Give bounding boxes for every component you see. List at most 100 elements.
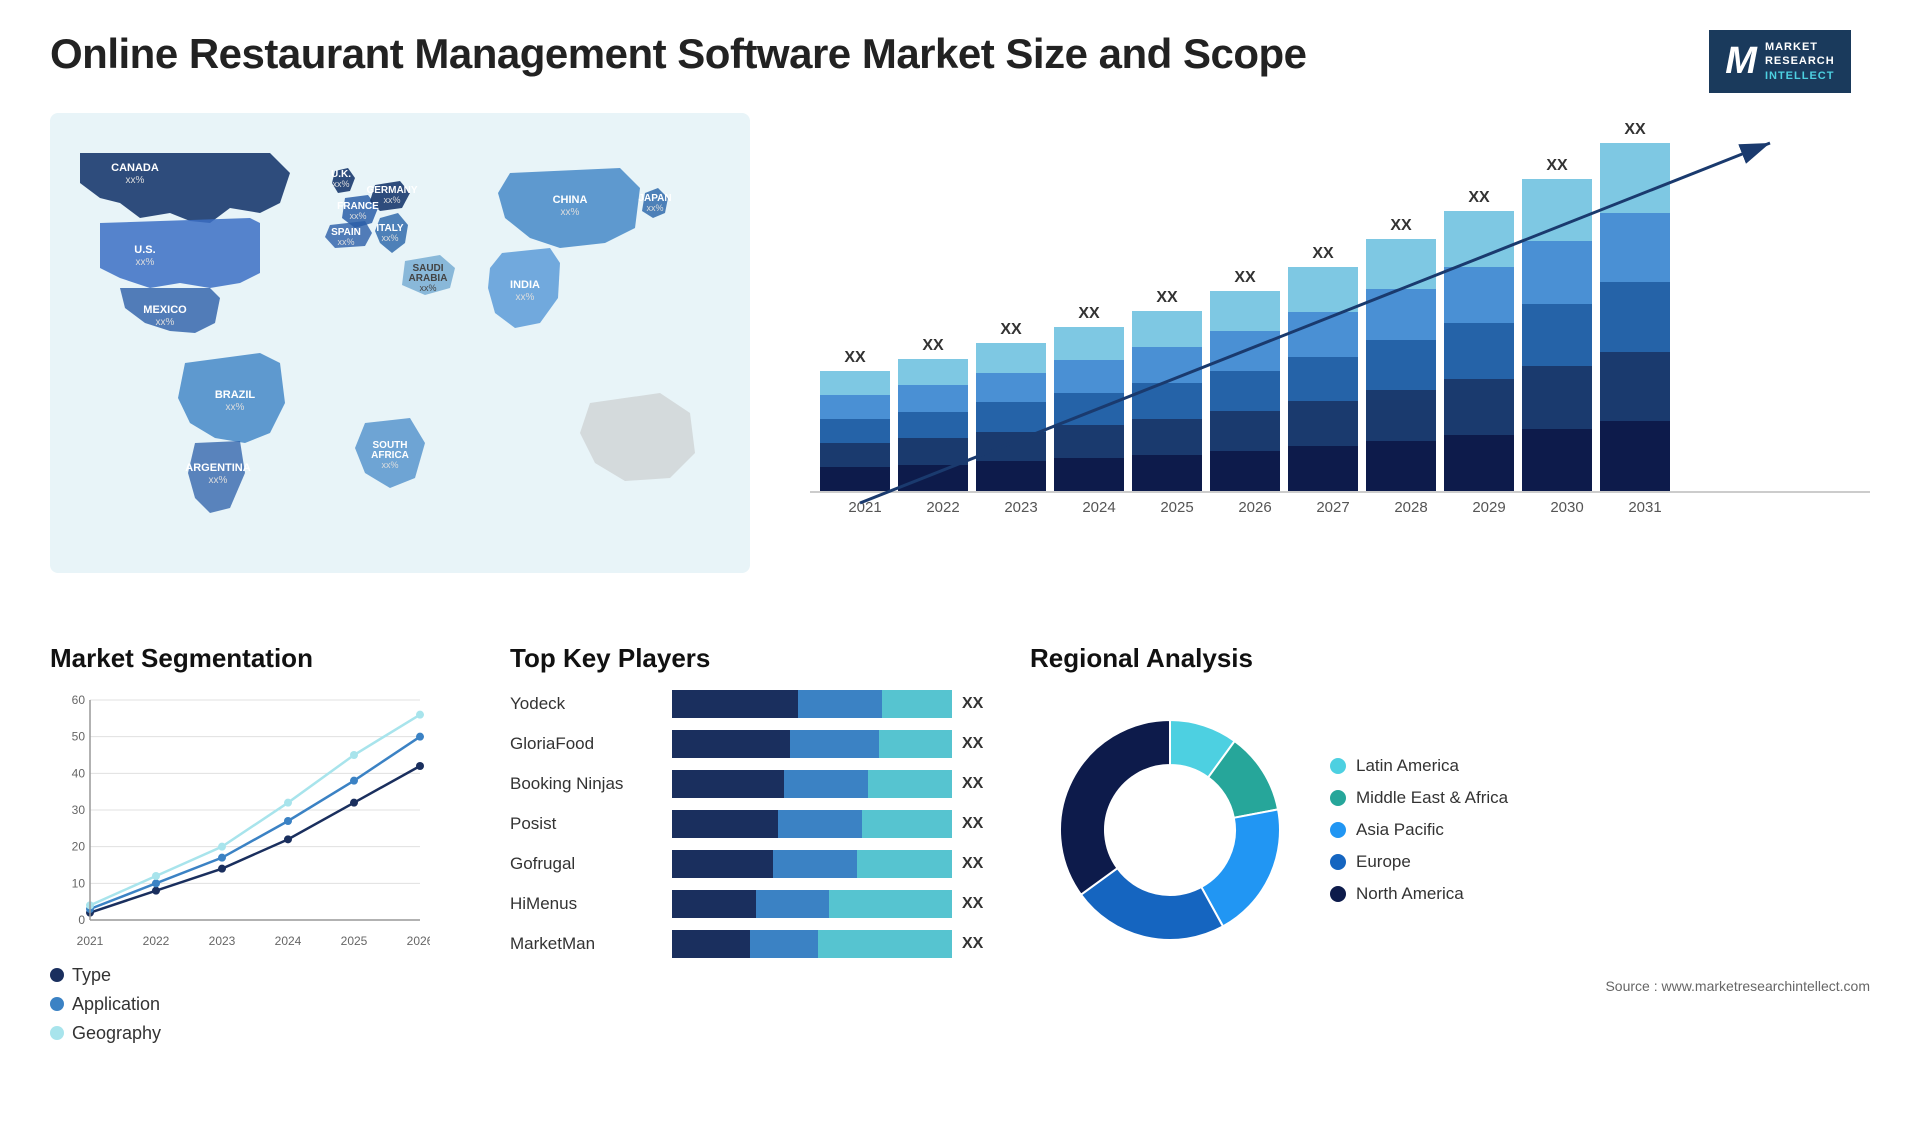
svg-text:20: 20 bbox=[72, 840, 86, 854]
svg-text:INDIA: INDIA bbox=[510, 279, 540, 291]
logo-letter: M bbox=[1725, 42, 1757, 80]
seg-legend: Type Application Geography bbox=[50, 965, 470, 1044]
bar-segment bbox=[976, 461, 1046, 491]
bar-segment bbox=[898, 359, 968, 385]
svg-text:xx%: xx% bbox=[337, 237, 354, 247]
player-row: YodeckXX bbox=[510, 690, 990, 718]
player-bar-segment bbox=[829, 890, 952, 918]
player-bar-label: XX bbox=[962, 895, 983, 913]
player-bar-segment bbox=[672, 850, 773, 878]
bar-top-label: XX bbox=[1000, 321, 1021, 339]
bar-chart-bars: XXXXXXXXXXXXXXXXXXXXXX bbox=[810, 113, 1870, 493]
svg-text:60: 60 bbox=[72, 693, 86, 707]
regional-legend: Latin AmericaMiddle East & AfricaAsia Pa… bbox=[1330, 756, 1508, 904]
segmentation-section: Market Segmentation 01020304050602021202… bbox=[50, 643, 470, 1103]
regional-legend-label: North America bbox=[1356, 884, 1464, 904]
player-name: HiMenus bbox=[510, 894, 660, 914]
bar-group: XX bbox=[1444, 189, 1514, 491]
svg-text:xx%: xx% bbox=[332, 179, 349, 189]
bar-top-label: XX bbox=[1390, 217, 1411, 235]
bar-top-label: XX bbox=[1546, 157, 1567, 175]
svg-text:xx%: xx% bbox=[383, 195, 400, 205]
regional-legend-item: Middle East & Africa bbox=[1330, 788, 1508, 808]
player-name: Booking Ninjas bbox=[510, 774, 660, 794]
player-bar-segment bbox=[750, 930, 817, 958]
x-axis-label: 2021 bbox=[830, 499, 900, 516]
legend-dot bbox=[50, 1026, 64, 1040]
bar-segment bbox=[1522, 304, 1592, 366]
bar-segment bbox=[1366, 390, 1436, 440]
bar-stack bbox=[820, 371, 890, 491]
svg-text:2021: 2021 bbox=[77, 934, 104, 948]
player-bar-segment bbox=[784, 770, 868, 798]
bar-segment bbox=[1210, 331, 1280, 371]
seg-legend-item: Application bbox=[50, 994, 470, 1015]
player-bar-segment bbox=[862, 810, 952, 838]
bar-top-label: XX bbox=[1468, 189, 1489, 207]
x-axis-label: 2031 bbox=[1610, 499, 1680, 516]
player-bar-segment bbox=[798, 690, 882, 718]
bar-chart-section: XXXXXXXXXXXXXXXXXXXXXX 20212022202320242… bbox=[790, 113, 1870, 613]
bar-group: XX bbox=[1054, 305, 1124, 491]
player-bar-segment bbox=[672, 810, 778, 838]
player-bar-inner bbox=[672, 890, 952, 918]
regional-legend-dot bbox=[1330, 758, 1346, 774]
header: Online Restaurant Management Software Ma… bbox=[50, 30, 1870, 93]
bar-segment bbox=[1288, 401, 1358, 446]
top-section: CANADA xx% U.S. xx% MEXICO xx% BRAZIL xx… bbox=[50, 113, 1870, 613]
x-axis-label: 2023 bbox=[986, 499, 1056, 516]
bar-segment bbox=[1054, 360, 1124, 393]
regional-legend-label: Asia Pacific bbox=[1356, 820, 1444, 840]
bar-group: XX bbox=[820, 349, 890, 491]
svg-text:BRAZIL: BRAZIL bbox=[215, 389, 256, 401]
donut-svg bbox=[1030, 690, 1310, 970]
players-list: YodeckXXGloriaFoodXXBooking NinjasXXPosi… bbox=[510, 690, 990, 958]
player-bar-segment bbox=[868, 770, 952, 798]
svg-text:CANADA: CANADA bbox=[111, 162, 159, 174]
bar-segment bbox=[1132, 383, 1202, 419]
bar-stack bbox=[1288, 267, 1358, 491]
bar-segment bbox=[1522, 366, 1592, 428]
bar-segment bbox=[1210, 411, 1280, 451]
bar-segment bbox=[820, 467, 890, 491]
x-axis-label: 2027 bbox=[1298, 499, 1368, 516]
player-row: GloriaFoodXX bbox=[510, 730, 990, 758]
bar-segment bbox=[1132, 455, 1202, 491]
bar-segment bbox=[1288, 267, 1358, 312]
bar-segment bbox=[1288, 357, 1358, 402]
bar-top-label: XX bbox=[1234, 269, 1255, 287]
x-axis-label: 2026 bbox=[1220, 499, 1290, 516]
player-bar-segment bbox=[818, 930, 952, 958]
bar-group: XX bbox=[1132, 289, 1202, 491]
map-section: CANADA xx% U.S. xx% MEXICO xx% BRAZIL xx… bbox=[50, 113, 750, 613]
player-bar-outer: XX bbox=[672, 930, 990, 958]
bar-stack bbox=[976, 343, 1046, 491]
bottom-section: Market Segmentation 01020304050602021202… bbox=[50, 643, 1870, 1103]
player-bar-label: XX bbox=[962, 935, 983, 953]
regional-legend-dot bbox=[1330, 822, 1346, 838]
bar-stack bbox=[1444, 211, 1514, 491]
svg-text:2023: 2023 bbox=[209, 934, 236, 948]
bar-top-label: XX bbox=[922, 337, 943, 355]
player-row: PosistXX bbox=[510, 810, 990, 838]
bar-segment bbox=[976, 402, 1046, 432]
bar-stack bbox=[1522, 179, 1592, 491]
bar-group: XX bbox=[1600, 121, 1670, 491]
player-name: GloriaFood bbox=[510, 734, 660, 754]
player-bar-outer: XX bbox=[672, 690, 990, 718]
legend-label: Geography bbox=[72, 1023, 161, 1044]
player-row: Booking NinjasXX bbox=[510, 770, 990, 798]
bar-segment bbox=[1054, 458, 1124, 491]
svg-text:2022: 2022 bbox=[143, 934, 170, 948]
bar-segment bbox=[1366, 441, 1436, 491]
svg-text:ARGENTINA: ARGENTINA bbox=[185, 462, 250, 474]
x-axis-label: 2030 bbox=[1532, 499, 1602, 516]
bar-group: XX bbox=[1210, 269, 1280, 491]
bar-segment bbox=[898, 385, 968, 411]
svg-text:2024: 2024 bbox=[275, 934, 302, 948]
seg-legend-item: Type bbox=[50, 965, 470, 986]
bar-stack bbox=[898, 359, 968, 491]
svg-text:xx%: xx% bbox=[156, 317, 175, 328]
bar-segment bbox=[1600, 352, 1670, 422]
bar-segment bbox=[1054, 393, 1124, 426]
